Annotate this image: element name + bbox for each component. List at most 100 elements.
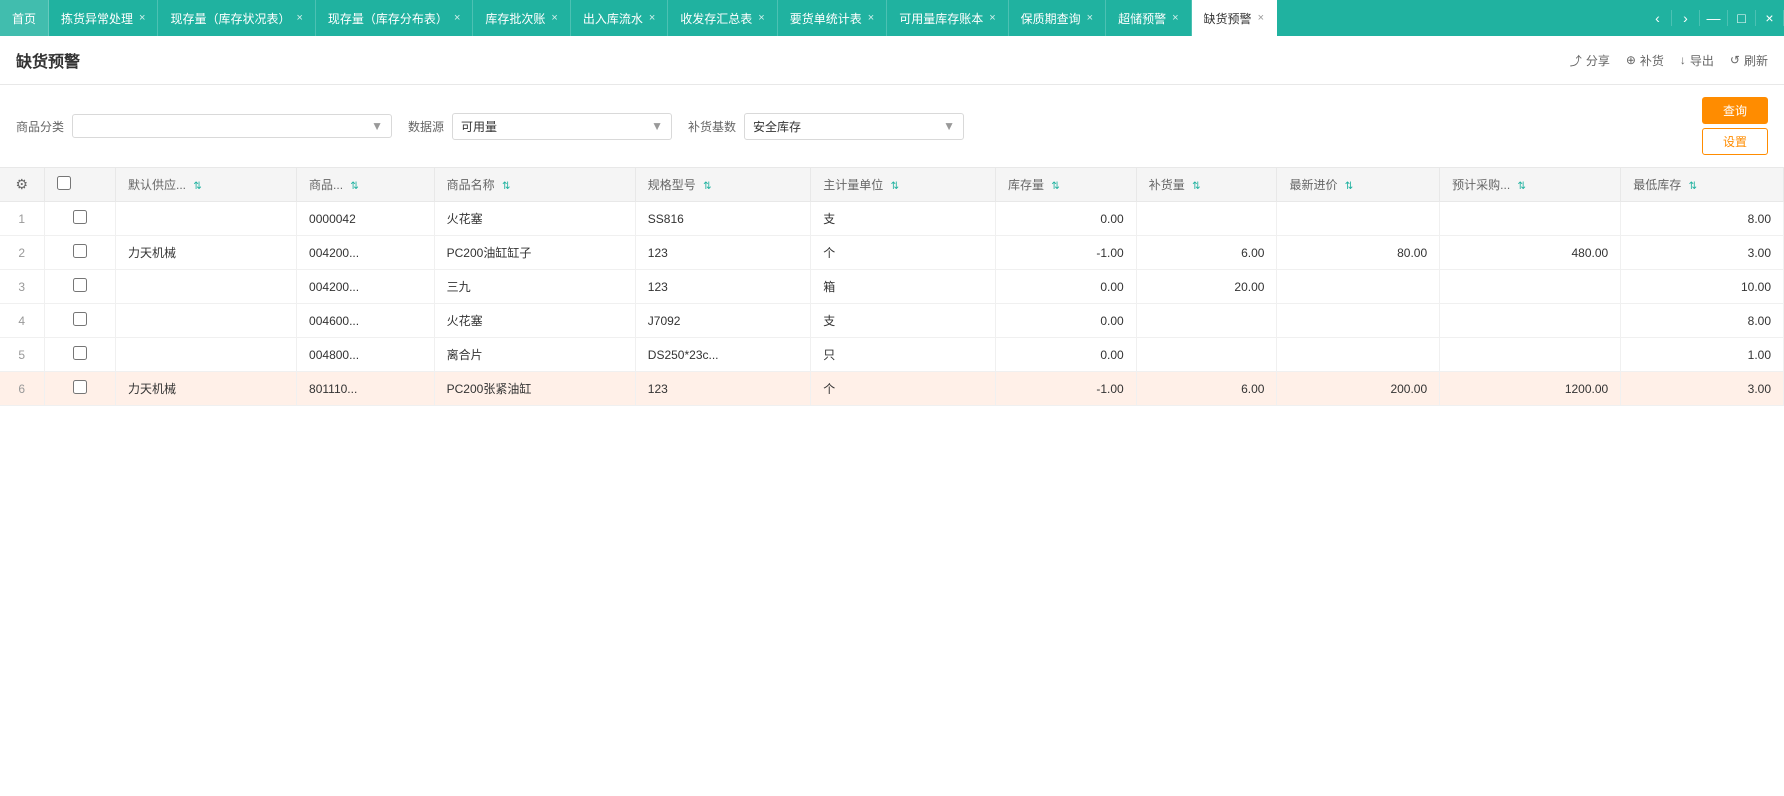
export-icon: ↓ bbox=[1680, 53, 1686, 67]
replenish-button[interactable]: ⊕ 补货 bbox=[1626, 52, 1664, 69]
window-close-btn[interactable]: × bbox=[1756, 10, 1784, 26]
row-select-checkbox-3[interactable] bbox=[73, 278, 87, 292]
tab-inventory-dist-close[interactable]: × bbox=[454, 12, 460, 24]
tab-batch-account-close[interactable]: × bbox=[551, 12, 557, 24]
row-num-2: 2 bbox=[0, 236, 44, 270]
share-button[interactable]: ⤴ 分享 bbox=[1570, 52, 1610, 69]
page-header: 缺货预警 ⤴ 分享 ⊕ 补货 ↓ 导出 ↺ 刷新 bbox=[0, 36, 1784, 85]
tab-scroll-right[interactable]: › bbox=[1672, 10, 1700, 26]
settings-gear-icon[interactable]: ⚙ bbox=[15, 176, 28, 192]
tab-expiry-query[interactable]: 保质期查询 × bbox=[1009, 0, 1106, 36]
row-name-2: PC200油缸缸子 bbox=[434, 236, 635, 270]
tab-inout-flow[interactable]: 出入库流水 × bbox=[571, 0, 668, 36]
row-checkbox-5[interactable] bbox=[44, 338, 116, 372]
col-stock[interactable]: 库存量 ⇅ bbox=[996, 168, 1137, 202]
col-latest-price[interactable]: 最新进价 ⇅ bbox=[1277, 168, 1440, 202]
export-button[interactable]: ↓ 导出 bbox=[1680, 52, 1714, 69]
window-maximize-btn[interactable]: □ bbox=[1728, 10, 1756, 26]
tab-inout-flow-close[interactable]: × bbox=[649, 12, 655, 24]
row-select-checkbox-1[interactable] bbox=[73, 210, 87, 224]
row-latest-price-2: 80.00 bbox=[1277, 236, 1440, 270]
tab-inventory-dist[interactable]: 现存量（库存分布表） × bbox=[316, 0, 473, 36]
datasource-select[interactable]: 可用量 ▼ bbox=[452, 113, 672, 140]
row-name-6: PC200张紧油缸 bbox=[434, 372, 635, 406]
table-row: 2 力天机械 004200... PC200油缸缸子 123 个 -1.00 6… bbox=[0, 236, 1784, 270]
tab-overstock-warn-close[interactable]: × bbox=[1172, 12, 1178, 24]
row-select-checkbox-2[interactable] bbox=[73, 244, 87, 258]
row-unit-4: 支 bbox=[811, 304, 996, 338]
tab-refine-exception-close[interactable]: × bbox=[139, 12, 145, 24]
row-est-purchase-1 bbox=[1440, 202, 1621, 236]
tab-available-book-close[interactable]: × bbox=[989, 12, 995, 24]
category-select[interactable]: ▼ bbox=[72, 114, 392, 138]
tab-order-stat[interactable]: 要货单统计表 × bbox=[778, 0, 887, 36]
col-default-supplier[interactable]: 默认供应... ⇅ bbox=[116, 168, 297, 202]
row-checkbox-4[interactable] bbox=[44, 304, 116, 338]
table-row: 3 004200... 三九 123 箱 0.00 20.00 10.00 bbox=[0, 270, 1784, 304]
table-container: ⚙ 默认供应... ⇅ 商品... ⇅ 商品名称 ⇅ bbox=[0, 168, 1784, 406]
col-unit[interactable]: 主计量单位 ⇅ bbox=[811, 168, 996, 202]
settings-button[interactable]: 设置 bbox=[1702, 128, 1768, 155]
tab-inventory-status[interactable]: 现存量（库存状况表） × bbox=[158, 0, 315, 36]
row-est-purchase-5 bbox=[1440, 338, 1621, 372]
tab-order-stat-close[interactable]: × bbox=[868, 12, 874, 24]
row-stock-4: 0.00 bbox=[996, 304, 1137, 338]
col-est-purchase[interactable]: 预计采购... ⇅ bbox=[1440, 168, 1621, 202]
row-supplier-4 bbox=[116, 304, 297, 338]
col-product-code[interactable]: 商品... ⇅ bbox=[297, 168, 435, 202]
col-replenish-qty[interactable]: 补货量 ⇅ bbox=[1136, 168, 1277, 202]
tab-overstock-warn-label: 超储预警 bbox=[1118, 10, 1166, 27]
col-settings[interactable]: ⚙ bbox=[0, 168, 44, 202]
tab-available-book[interactable]: 可用量库存账本 × bbox=[887, 0, 1008, 36]
row-replenish-qty-6: 6.00 bbox=[1136, 372, 1277, 406]
filter-group-replenish-base: 补货基数 安全库存 ▼ bbox=[688, 113, 964, 140]
tab-inventory-dist-label: 现存量（库存分布表） bbox=[328, 10, 448, 27]
tab-available-book-label: 可用量库存账本 bbox=[899, 10, 983, 27]
row-checkbox-2[interactable] bbox=[44, 236, 116, 270]
row-latest-price-1 bbox=[1277, 202, 1440, 236]
col-min-stock[interactable]: 最低库存 ⇅ bbox=[1621, 168, 1784, 202]
tab-home[interactable]: 首页 bbox=[0, 0, 49, 36]
tab-batch-account[interactable]: 库存批次账 × bbox=[473, 0, 570, 36]
row-select-checkbox-6[interactable] bbox=[73, 380, 87, 394]
col-product-name[interactable]: 商品名称 ⇅ bbox=[434, 168, 635, 202]
row-spec-2: 123 bbox=[635, 236, 811, 270]
col-spec-label: 规格型号 bbox=[648, 178, 696, 192]
tab-scroll-left[interactable]: ‹ bbox=[1644, 10, 1672, 26]
col-product-name-label: 商品名称 bbox=[447, 178, 495, 192]
row-min-stock-4: 8.00 bbox=[1621, 304, 1784, 338]
tab-recv-summary[interactable]: 收发存汇总表 × bbox=[668, 0, 777, 36]
row-checkbox-1[interactable] bbox=[44, 202, 116, 236]
row-replenish-qty-3: 20.00 bbox=[1136, 270, 1277, 304]
row-replenish-qty-1 bbox=[1136, 202, 1277, 236]
row-est-purchase-4 bbox=[1440, 304, 1621, 338]
tab-recv-summary-close[interactable]: × bbox=[758, 12, 764, 24]
query-button[interactable]: 查询 bbox=[1702, 97, 1768, 124]
window-minimize-btn[interactable]: — bbox=[1700, 10, 1728, 26]
tab-expiry-query-label: 保质期查询 bbox=[1021, 10, 1081, 27]
col-spec[interactable]: 规格型号 ⇅ bbox=[635, 168, 811, 202]
row-select-checkbox-5[interactable] bbox=[73, 346, 87, 360]
row-name-4: 火花塞 bbox=[434, 304, 635, 338]
select-all-checkbox[interactable] bbox=[57, 176, 71, 190]
row-stock-3: 0.00 bbox=[996, 270, 1137, 304]
sort-spec-icon: ⇅ bbox=[703, 181, 711, 192]
replenish-base-select[interactable]: 安全库存 ▼ bbox=[744, 113, 964, 140]
datasource-select-value: 可用量 bbox=[461, 118, 497, 135]
row-checkbox-6[interactable] bbox=[44, 372, 116, 406]
refresh-button[interactable]: ↺ 刷新 bbox=[1730, 52, 1768, 69]
row-unit-5: 只 bbox=[811, 338, 996, 372]
tab-shortage-warn-close[interactable]: × bbox=[1258, 12, 1264, 24]
tab-expiry-query-close[interactable]: × bbox=[1087, 12, 1093, 24]
row-min-stock-2: 3.00 bbox=[1621, 236, 1784, 270]
sort-name-icon: ⇅ bbox=[502, 181, 510, 192]
tab-shortage-warn-label: 缺货预警 bbox=[1204, 10, 1252, 27]
tab-inventory-status-close[interactable]: × bbox=[296, 12, 302, 24]
row-spec-1: SS816 bbox=[635, 202, 811, 236]
row-checkbox-3[interactable] bbox=[44, 270, 116, 304]
row-code-2: 004200... bbox=[297, 236, 435, 270]
tab-refine-exception[interactable]: 拣货异常处理 × bbox=[49, 0, 158, 36]
tab-shortage-warn[interactable]: 缺货预警 × bbox=[1192, 0, 1277, 36]
row-select-checkbox-4[interactable] bbox=[73, 312, 87, 326]
tab-overstock-warn[interactable]: 超储预警 × bbox=[1106, 0, 1191, 36]
